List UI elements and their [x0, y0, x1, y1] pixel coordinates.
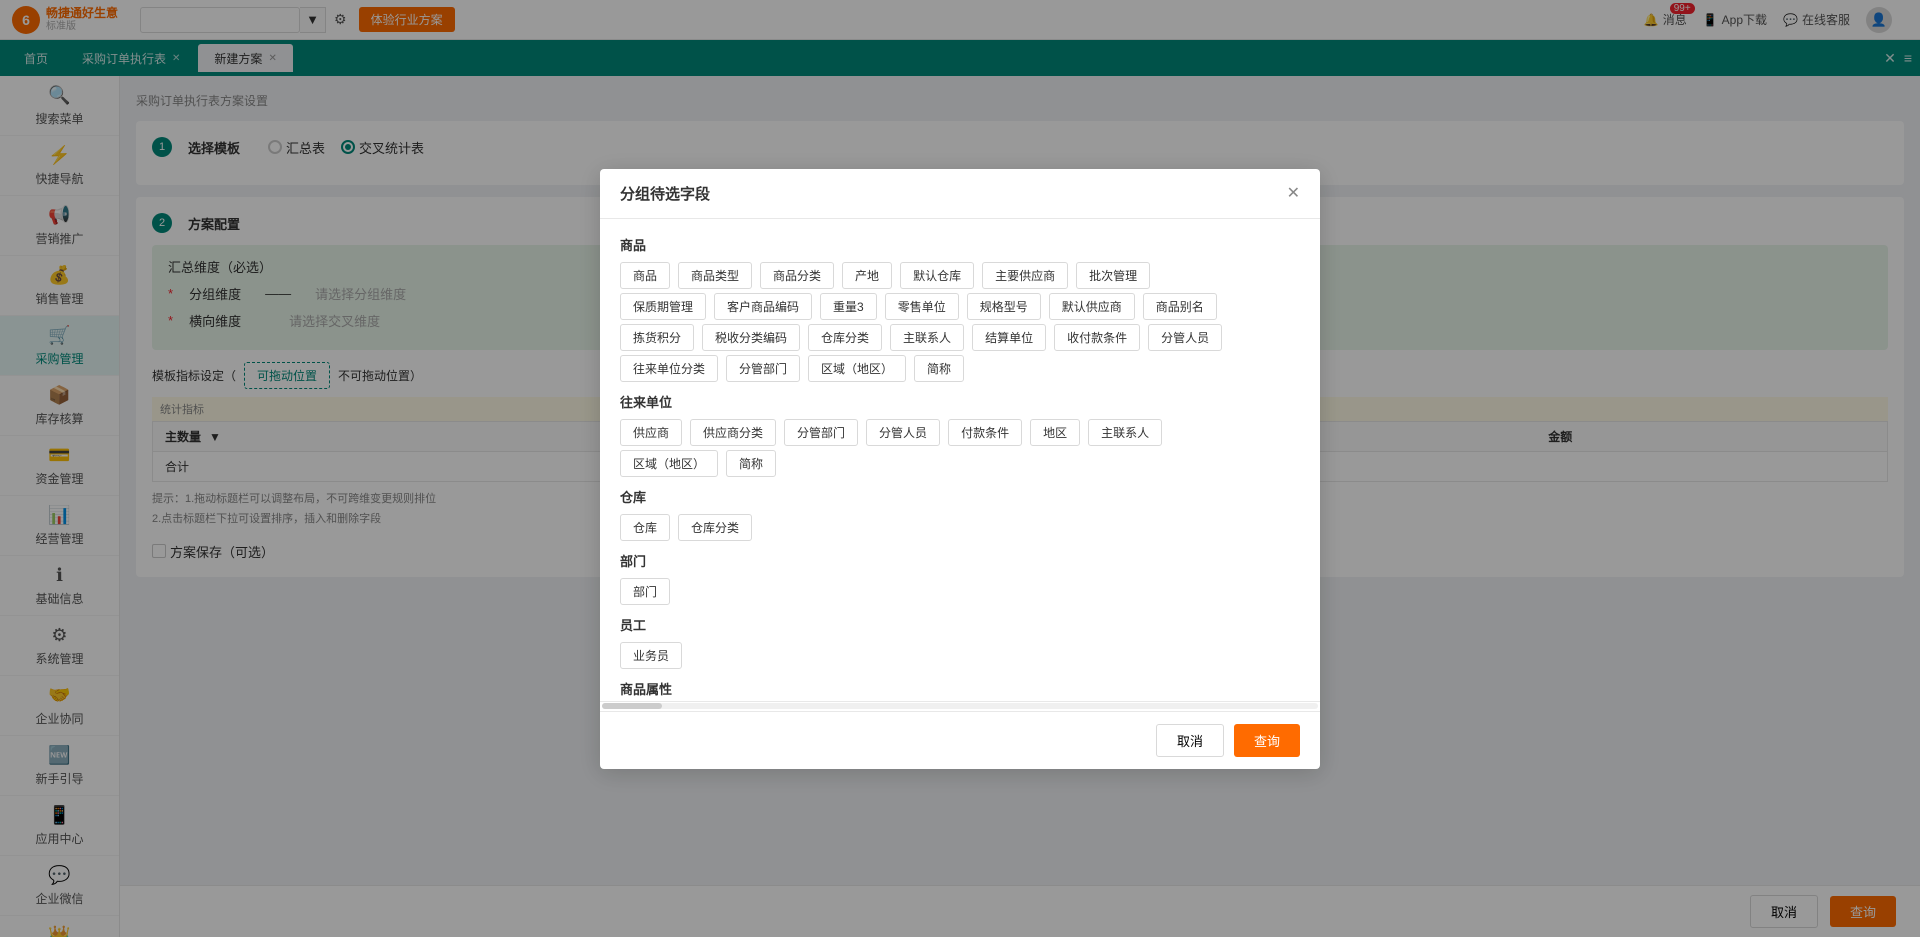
- modal-confirm-button[interactable]: 查询: [1234, 724, 1300, 757]
- field-tag[interactable]: 商品分类: [760, 262, 834, 289]
- modal-footer: 取消 查询: [600, 711, 1320, 769]
- modal-dialog: 分组待选字段 ✕ 商品 商品 商品类型 商品分类 产地 默认仓库 主要供应商 批…: [600, 169, 1320, 769]
- field-tag[interactable]: 简称: [726, 450, 776, 477]
- modal-cancel-button[interactable]: 取消: [1156, 724, 1224, 757]
- field-tag[interactable]: 规格型号: [967, 293, 1041, 320]
- field-tag[interactable]: 区域（地区）: [620, 450, 718, 477]
- field-tag[interactable]: 批次管理: [1076, 262, 1150, 289]
- field-tag[interactable]: 商品类型: [678, 262, 752, 289]
- modal-overlay[interactable]: 分组待选字段 ✕ 商品 商品 商品类型 商品分类 产地 默认仓库 主要供应商 批…: [0, 0, 1920, 937]
- field-tag[interactable]: 分管部门: [726, 355, 800, 382]
- field-tag[interactable]: 部门: [620, 578, 670, 605]
- field-tag[interactable]: 拣货积分: [620, 324, 694, 351]
- field-tag[interactable]: 仓库: [620, 514, 670, 541]
- field-tag[interactable]: 商品别名: [1143, 293, 1217, 320]
- field-tags-goods: 商品 商品类型 商品分类 产地 默认仓库 主要供应商 批次管理: [620, 262, 1300, 289]
- field-tags-dept: 部门: [620, 578, 1300, 605]
- field-tag[interactable]: 付款条件: [948, 419, 1022, 446]
- field-tag[interactable]: 简称: [914, 355, 964, 382]
- field-tag[interactable]: 保质期管理: [620, 293, 706, 320]
- group-title-goods: 商品: [620, 235, 1300, 254]
- group-title-partners: 往来单位: [620, 392, 1300, 411]
- field-tag[interactable]: 产地: [842, 262, 892, 289]
- field-tags-staff: 业务员: [620, 642, 1300, 669]
- field-tag[interactable]: 收付款条件: [1054, 324, 1140, 351]
- field-tags-goods2: 保质期管理 客户商品编码 重量3 零售单位 规格型号 默认供应商 商品别名: [620, 293, 1300, 320]
- modal-title: 分组待选字段: [620, 183, 710, 204]
- field-tag[interactable]: 仓库分类: [678, 514, 752, 541]
- group-title-dept: 部门: [620, 551, 1300, 570]
- field-tag[interactable]: 默认仓库: [900, 262, 974, 289]
- field-tag[interactable]: 主要供应商: [982, 262, 1068, 289]
- group-title-attrs: 商品属性: [620, 679, 1300, 698]
- group-title-warehouse: 仓库: [620, 487, 1300, 506]
- field-tag[interactable]: 主联系人: [890, 324, 964, 351]
- field-tags-partners: 供应商 供应商分类 分管部门 分管人员 付款条件 地区 主联系人: [620, 419, 1300, 446]
- field-tag[interactable]: 地区: [1030, 419, 1080, 446]
- field-tag[interactable]: 分管人员: [1148, 324, 1222, 351]
- modal-body: 商品 商品 商品类型 商品分类 产地 默认仓库 主要供应商 批次管理 保质期管理…: [600, 219, 1320, 701]
- field-tag[interactable]: 零售单位: [885, 293, 959, 320]
- field-tags-warehouse: 仓库 仓库分类: [620, 514, 1300, 541]
- field-tag[interactable]: 分管人员: [866, 419, 940, 446]
- field-tag[interactable]: 往来单位分类: [620, 355, 718, 382]
- field-tags-goods3: 拣货积分 税收分类编码 仓库分类 主联系人 结算单位 收付款条件 分管人员: [620, 324, 1300, 351]
- field-tag[interactable]: 主联系人: [1088, 419, 1162, 446]
- field-tag[interactable]: 业务员: [620, 642, 682, 669]
- field-tag[interactable]: 区域（地区）: [808, 355, 906, 382]
- field-tag[interactable]: 默认供应商: [1049, 293, 1135, 320]
- field-tag[interactable]: 供应商: [620, 419, 682, 446]
- modal-hscroll[interactable]: [600, 701, 1320, 711]
- field-tags-partners2: 区域（地区） 简称: [620, 450, 1300, 477]
- field-tag[interactable]: 商品: [620, 262, 670, 289]
- hscroll-thumb: [602, 703, 662, 709]
- field-tag[interactable]: 仓库分类: [808, 324, 882, 351]
- field-tag[interactable]: 客户商品编码: [714, 293, 812, 320]
- field-tag[interactable]: 重量3: [820, 293, 877, 320]
- field-tag[interactable]: 分管部门: [784, 419, 858, 446]
- hscroll-bar: [602, 703, 1318, 709]
- field-tags-goods4: 往来单位分类 分管部门 区域（地区） 简称: [620, 355, 1300, 382]
- field-tag[interactable]: 供应商分类: [690, 419, 776, 446]
- field-tag[interactable]: 结算单位: [972, 324, 1046, 351]
- group-title-staff: 员工: [620, 615, 1300, 634]
- field-tag[interactable]: 税收分类编码: [702, 324, 800, 351]
- modal-header: 分组待选字段 ✕: [600, 169, 1320, 219]
- modal-close-icon[interactable]: ✕: [1287, 183, 1300, 203]
